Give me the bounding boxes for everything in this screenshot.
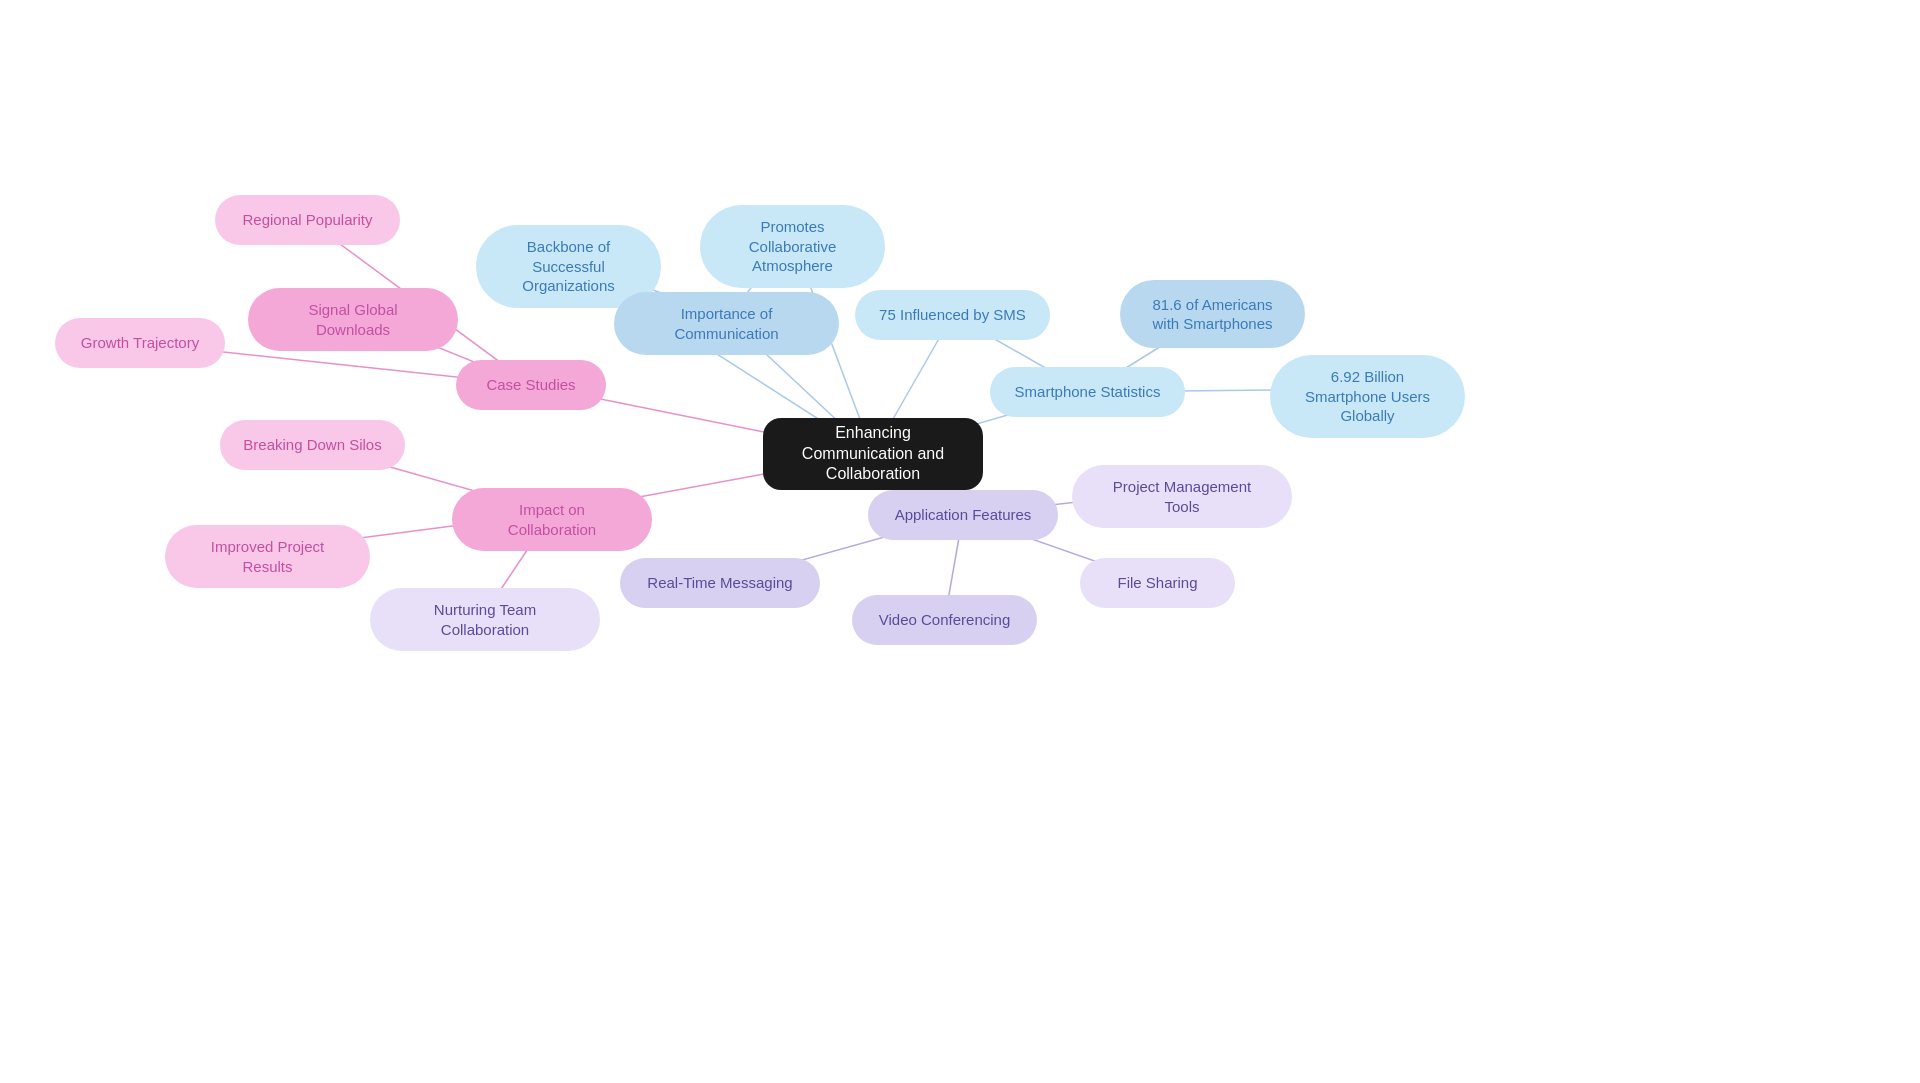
81-americans-node: 81.6 of Americans with Smartphones [1120,280,1305,348]
center-node: Enhancing Communication and Collaboratio… [763,418,983,490]
breaking-down-silos-node: Breaking Down Silos [220,420,405,470]
growth-trajectory-node: Growth Trajectory [55,318,225,368]
importance-communication-node: Importance of Communication [614,292,839,355]
signal-global-downloads-node: Signal Global Downloads [248,288,458,351]
smartphone-statistics-node: Smartphone Statistics [990,367,1185,417]
regional-popularity-node: Regional Popularity [215,195,400,245]
real-time-messaging-node: Real-Time Messaging [620,558,820,608]
mindmap-container: Enhancing Communication and Collaboratio… [0,0,1920,1083]
promotes-collaborative-node: Promotes Collaborative Atmosphere [700,205,885,288]
video-conferencing-node: Video Conferencing [852,595,1037,645]
case-studies-node: Case Studies [456,360,606,410]
project-management-tools-node: Project Management Tools [1072,465,1292,528]
application-features-node: Application Features [868,490,1058,540]
6-92-billion-node: 6.92 Billion Smartphone Users Globally [1270,355,1465,438]
improved-project-results-node: Improved Project Results [165,525,370,588]
file-sharing-node: File Sharing [1080,558,1235,608]
75-influenced-node: 75 Influenced by SMS [855,290,1050,340]
impact-collaboration-node: Impact on Collaboration [452,488,652,551]
nurturing-team-node: Nurturing Team Collaboration [370,588,600,651]
